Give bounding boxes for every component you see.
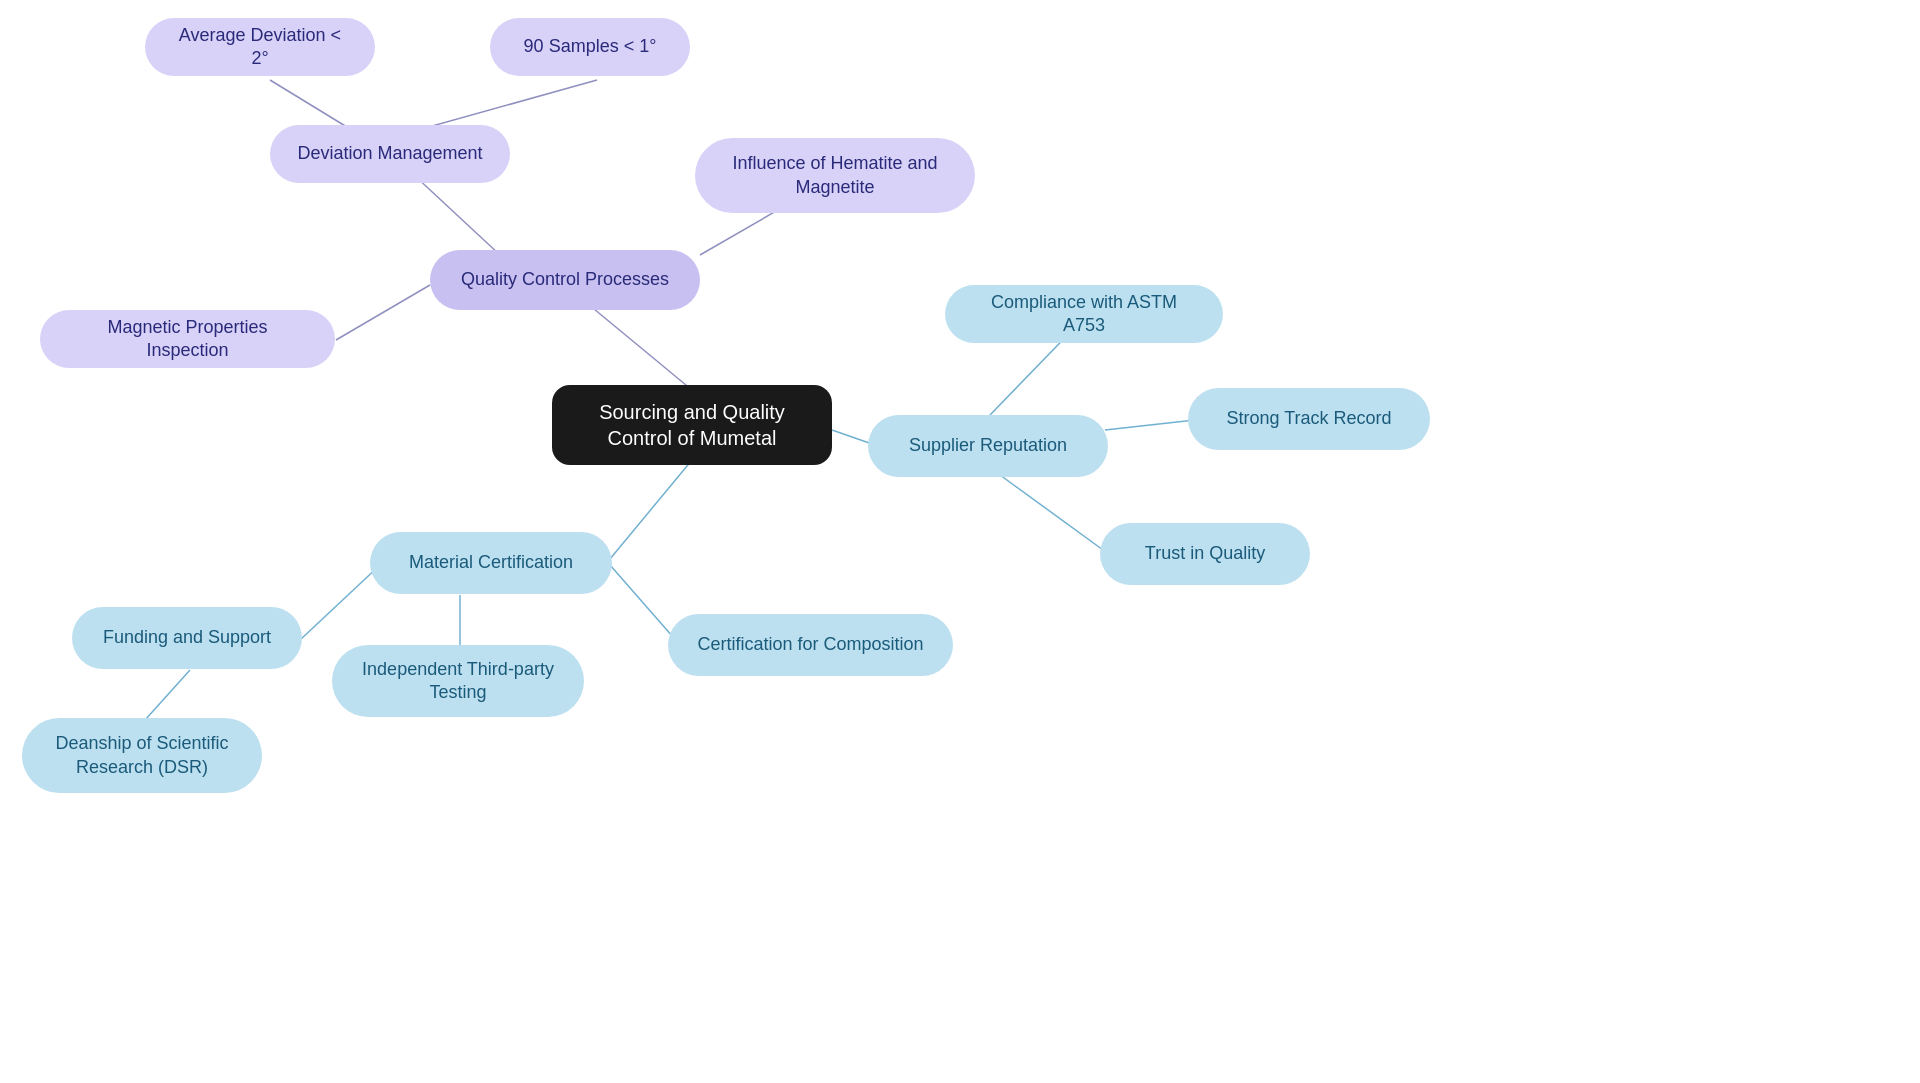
svg-line-13	[300, 565, 380, 640]
center-node: Sourcing and Quality Control of Mumetal	[552, 385, 832, 465]
strong-track-label: Strong Track Record	[1226, 407, 1391, 430]
deanship-node: Deanship of Scientific Research (DSR)	[22, 718, 262, 793]
hematite-node: Influence of Hematite and Magnetite	[695, 138, 975, 213]
cert-comp-label: Certification for Composition	[697, 633, 923, 656]
magnetic-props-label: Magnetic Properties Inspection	[64, 316, 311, 363]
center-label: Sourcing and Quality Control of Mumetal	[576, 399, 808, 451]
avg-deviation-node: Average Deviation < 2°	[145, 18, 375, 76]
deanship-label: Deanship of Scientific Research (DSR)	[46, 732, 238, 779]
svg-line-8	[1105, 420, 1195, 430]
svg-line-10	[605, 460, 692, 565]
indep-testing-node: Independent Third-party Testing	[332, 645, 584, 717]
supplier-rep-node: Supplier Reputation	[868, 415, 1108, 477]
material-cert-label: Material Certification	[409, 551, 573, 574]
svg-line-5	[336, 285, 430, 340]
hematite-label: Influence of Hematite and Magnetite	[719, 152, 951, 199]
funding-support-label: Funding and Support	[103, 626, 271, 649]
svg-line-9	[1000, 475, 1110, 555]
trust-quality-label: Trust in Quality	[1145, 542, 1265, 565]
supplier-rep-label: Supplier Reputation	[909, 434, 1067, 457]
trust-quality-node: Trust in Quality	[1100, 523, 1310, 585]
deviation-mgmt-label: Deviation Management	[297, 142, 482, 165]
svg-line-14	[145, 670, 190, 720]
indep-testing-label: Independent Third-party Testing	[356, 658, 560, 705]
cert-comp-node: Certification for Composition	[668, 614, 953, 676]
avg-deviation-label: Average Deviation < 2°	[169, 24, 351, 71]
quality-control-label: Quality Control Processes	[461, 268, 669, 291]
magnetic-props-node: Magnetic Properties Inspection	[40, 310, 335, 368]
samples-node: 90 Samples < 1°	[490, 18, 690, 76]
compliance-node: Compliance with ASTM A753	[945, 285, 1223, 343]
compliance-label: Compliance with ASTM A753	[969, 291, 1199, 338]
material-cert-node: Material Certification	[370, 532, 612, 594]
funding-support-node: Funding and Support	[72, 607, 302, 669]
quality-control-node: Quality Control Processes	[430, 250, 700, 310]
deviation-mgmt-node: Deviation Management	[270, 125, 510, 183]
samples-label: 90 Samples < 1°	[524, 35, 657, 58]
strong-track-node: Strong Track Record	[1188, 388, 1430, 450]
